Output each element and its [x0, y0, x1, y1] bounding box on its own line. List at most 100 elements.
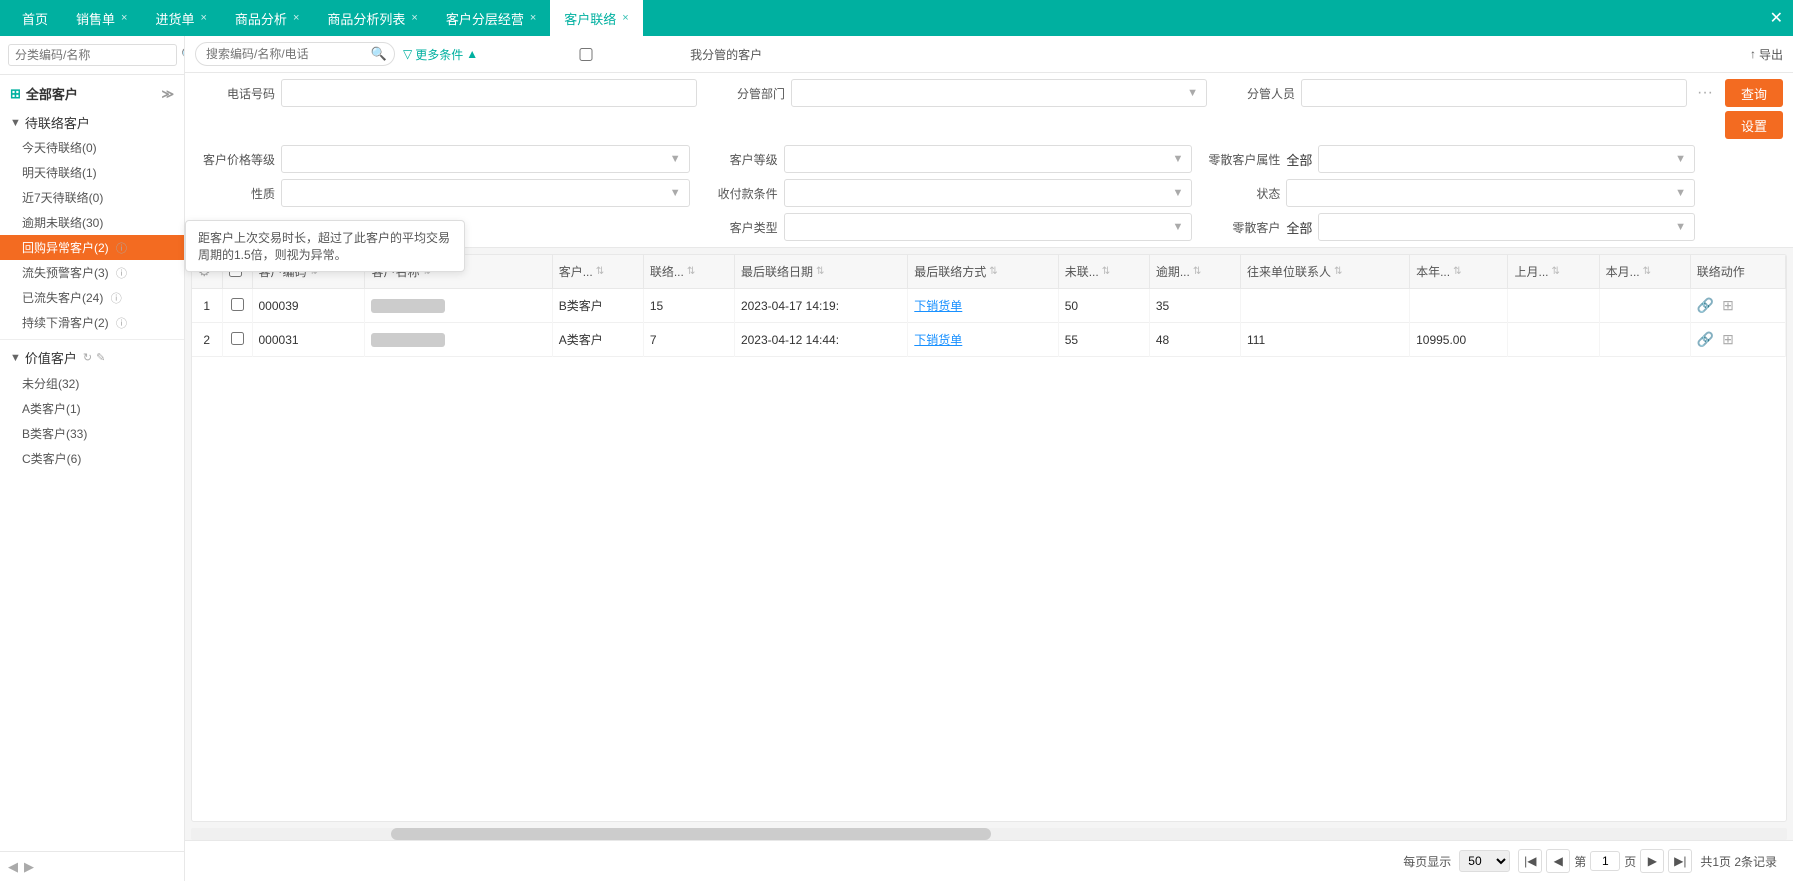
sidebar-overdue-pending[interactable]: 逾期未联络(30): [0, 210, 184, 235]
sidebar-a-class[interactable]: A类客户(1): [0, 396, 184, 421]
last-page-btn[interactable]: ▶|: [1668, 849, 1692, 873]
sort-last-method-icon[interactable]: ⇅: [989, 266, 997, 277]
search-wrap: 🔍: [195, 42, 395, 66]
horizontal-scrollbar[interactable]: [191, 828, 1787, 840]
person-select[interactable]: [1301, 79, 1687, 107]
filter-search-icon[interactable]: 🔍: [371, 46, 387, 62]
nature-select[interactable]: ▼: [281, 179, 690, 207]
action-link-icon[interactable]: 🔗: [1697, 331, 1714, 348]
status-label: 状态: [1200, 185, 1280, 202]
all-customers-header[interactable]: ⊞ 全部客户 ≫: [0, 79, 184, 108]
sort-this-year-icon[interactable]: ⇅: [1453, 266, 1461, 277]
close-customer-contact-tab[interactable]: ×: [622, 12, 628, 24]
nav-product-analysis-list[interactable]: 商品分析列表 ×: [313, 0, 431, 36]
phone-input[interactable]: [281, 79, 697, 107]
customer-type-label: 客户类型: [698, 219, 778, 236]
my-customers-checkbox[interactable]: [486, 48, 686, 61]
more-conditions-btn[interactable]: ▽ 更多条件 ▲: [403, 46, 478, 63]
my-customers-check: 我分管的客户: [486, 46, 762, 63]
per-page-select[interactable]: 50 100 200: [1459, 850, 1510, 872]
sort-type-icon[interactable]: ⇅: [596, 266, 604, 277]
sort-last-date-icon[interactable]: ⇅: [816, 266, 824, 277]
declining-info-icon[interactable]: ⓘ: [116, 318, 127, 330]
customer-type-select[interactable]: ▼: [784, 213, 1193, 241]
row-type: A类客户: [552, 323, 643, 357]
row-checkbox-cell: [222, 323, 252, 357]
sidebar-tomorrow-pending[interactable]: 明天待联络(1): [0, 160, 184, 185]
value-refresh-icon[interactable]: ↻: [83, 351, 92, 364]
close-sales-tab[interactable]: ×: [121, 12, 127, 24]
payment-terms-select[interactable]: ▼: [784, 179, 1193, 207]
scatter-attr-select[interactable]: ▼: [1318, 145, 1695, 173]
grid-icon: ⊞: [10, 86, 21, 102]
sidebar-churn-warning[interactable]: 流失预警客户(3) ⓘ: [0, 260, 184, 285]
close-customer-segmentation-tab[interactable]: ×: [530, 12, 536, 24]
sidebar-tree: ⊞ 全部客户 ≫ ▼ 待联络客户 今天待联络(0) 明天待联络(1) 近7天待联…: [0, 75, 184, 851]
close-product-analysis-tab[interactable]: ×: [293, 12, 299, 24]
th-overdue: 逾期... ⇅: [1149, 255, 1240, 289]
sort-last-month-icon[interactable]: ⇅: [1552, 266, 1560, 277]
customer-level-select[interactable]: ▼: [784, 145, 1193, 173]
nav-purchase[interactable]: 进货单 ×: [141, 0, 220, 36]
sidebar-declining[interactable]: 持续下滑客户(2) ⓘ: [0, 310, 184, 335]
sidebar-right-arrow[interactable]: ▶: [24, 859, 34, 875]
row-last-date: 2023-04-12 14:44:: [734, 323, 907, 357]
sort-this-month-icon[interactable]: ⇅: [1643, 266, 1651, 277]
collapse-sidebar-btn[interactable]: ≫: [161, 87, 174, 101]
settings-button[interactable]: 设置: [1725, 111, 1783, 139]
sidebar-b-class[interactable]: B类客户(33): [0, 421, 184, 446]
value-edit-icon[interactable]: ✎: [96, 351, 105, 364]
sort-contact-icon[interactable]: ⇅: [687, 266, 695, 277]
sort-past-contact-icon[interactable]: ⇅: [1334, 266, 1342, 277]
export-button[interactable]: ↑ 导出: [1750, 46, 1783, 63]
row-checkbox[interactable]: [231, 332, 244, 345]
search-input[interactable]: [195, 42, 395, 66]
row-this-year: [1410, 289, 1508, 323]
churn-warning-info-icon[interactable]: ⓘ: [116, 268, 127, 280]
action-link-icon[interactable]: 🔗: [1697, 297, 1714, 314]
content-area: 🔍 ▽ 更多条件 ▲ 我分管的客户 ↑ 导出 电话号码: [185, 36, 1793, 881]
close-purchase-tab[interactable]: ×: [200, 12, 206, 24]
prev-page-btn[interactable]: ◀: [1546, 849, 1570, 873]
sidebar-today-pending[interactable]: 今天待联络(0): [0, 135, 184, 160]
sort-unpaid-icon[interactable]: ⇅: [1102, 266, 1110, 277]
th-action: 联络动作: [1690, 255, 1785, 289]
status-select[interactable]: ▼: [1286, 179, 1695, 207]
sidebar-unclassified[interactable]: 未分组(32): [0, 371, 184, 396]
pending-group[interactable]: ▼ 待联络客户: [0, 108, 184, 135]
sidebar-search-input[interactable]: [8, 44, 177, 66]
churned-info-icon[interactable]: ⓘ: [111, 293, 122, 305]
window-close-button[interactable]: ✕: [1770, 8, 1783, 28]
query-button[interactable]: 查询: [1725, 79, 1783, 107]
row-checkbox[interactable]: [231, 298, 244, 311]
repurchase-info-icon[interactable]: ⓘ: [116, 243, 127, 255]
first-page-btn[interactable]: |◀: [1518, 849, 1542, 873]
nav-customer-contact[interactable]: 客户联络 ×: [550, 0, 642, 36]
scatter-customer-select[interactable]: ▼: [1318, 213, 1695, 241]
row-this-month: [1599, 323, 1690, 357]
row-num: 2: [192, 323, 222, 357]
nav-sales[interactable]: 销售单 ×: [62, 0, 141, 36]
row-last-method-link[interactable]: 下销货单: [914, 299, 962, 313]
price-level-select[interactable]: ▼: [281, 145, 690, 173]
scrollbar-thumb[interactable]: [391, 828, 991, 840]
nav-product-analysis[interactable]: 商品分析 ×: [221, 0, 313, 36]
sidebar-c-class[interactable]: C类客户(6): [0, 446, 184, 471]
row-action: 🔗 ⊞: [1690, 289, 1785, 323]
nav-home[interactable]: 首页: [8, 0, 62, 36]
value-group[interactable]: ▼ 价值客户 ↻ ✎: [0, 344, 184, 371]
action-grid-icon[interactable]: ⊞: [1722, 331, 1734, 348]
next-page-btn[interactable]: ▶: [1640, 849, 1664, 873]
person-dots[interactable]: ···: [1693, 84, 1717, 102]
sidebar-repurchase-anomaly[interactable]: 回购异常客户(2) ⓘ: [0, 235, 184, 260]
row-last-method-link[interactable]: 下销货单: [914, 333, 962, 347]
action-grid-icon[interactable]: ⊞: [1722, 297, 1734, 314]
nav-customer-segmentation[interactable]: 客户分层经营 ×: [432, 0, 550, 36]
sidebar-churned[interactable]: 已流失客户(24) ⓘ: [0, 285, 184, 310]
close-product-analysis-list-tab[interactable]: ×: [411, 12, 417, 24]
dept-select[interactable]: ▼: [791, 79, 1207, 107]
sidebar-left-arrow[interactable]: ◀: [8, 859, 18, 875]
page-input[interactable]: [1590, 851, 1620, 871]
sort-overdue-icon[interactable]: ⇅: [1193, 266, 1201, 277]
sidebar-week-pending[interactable]: 近7天待联络(0): [0, 185, 184, 210]
